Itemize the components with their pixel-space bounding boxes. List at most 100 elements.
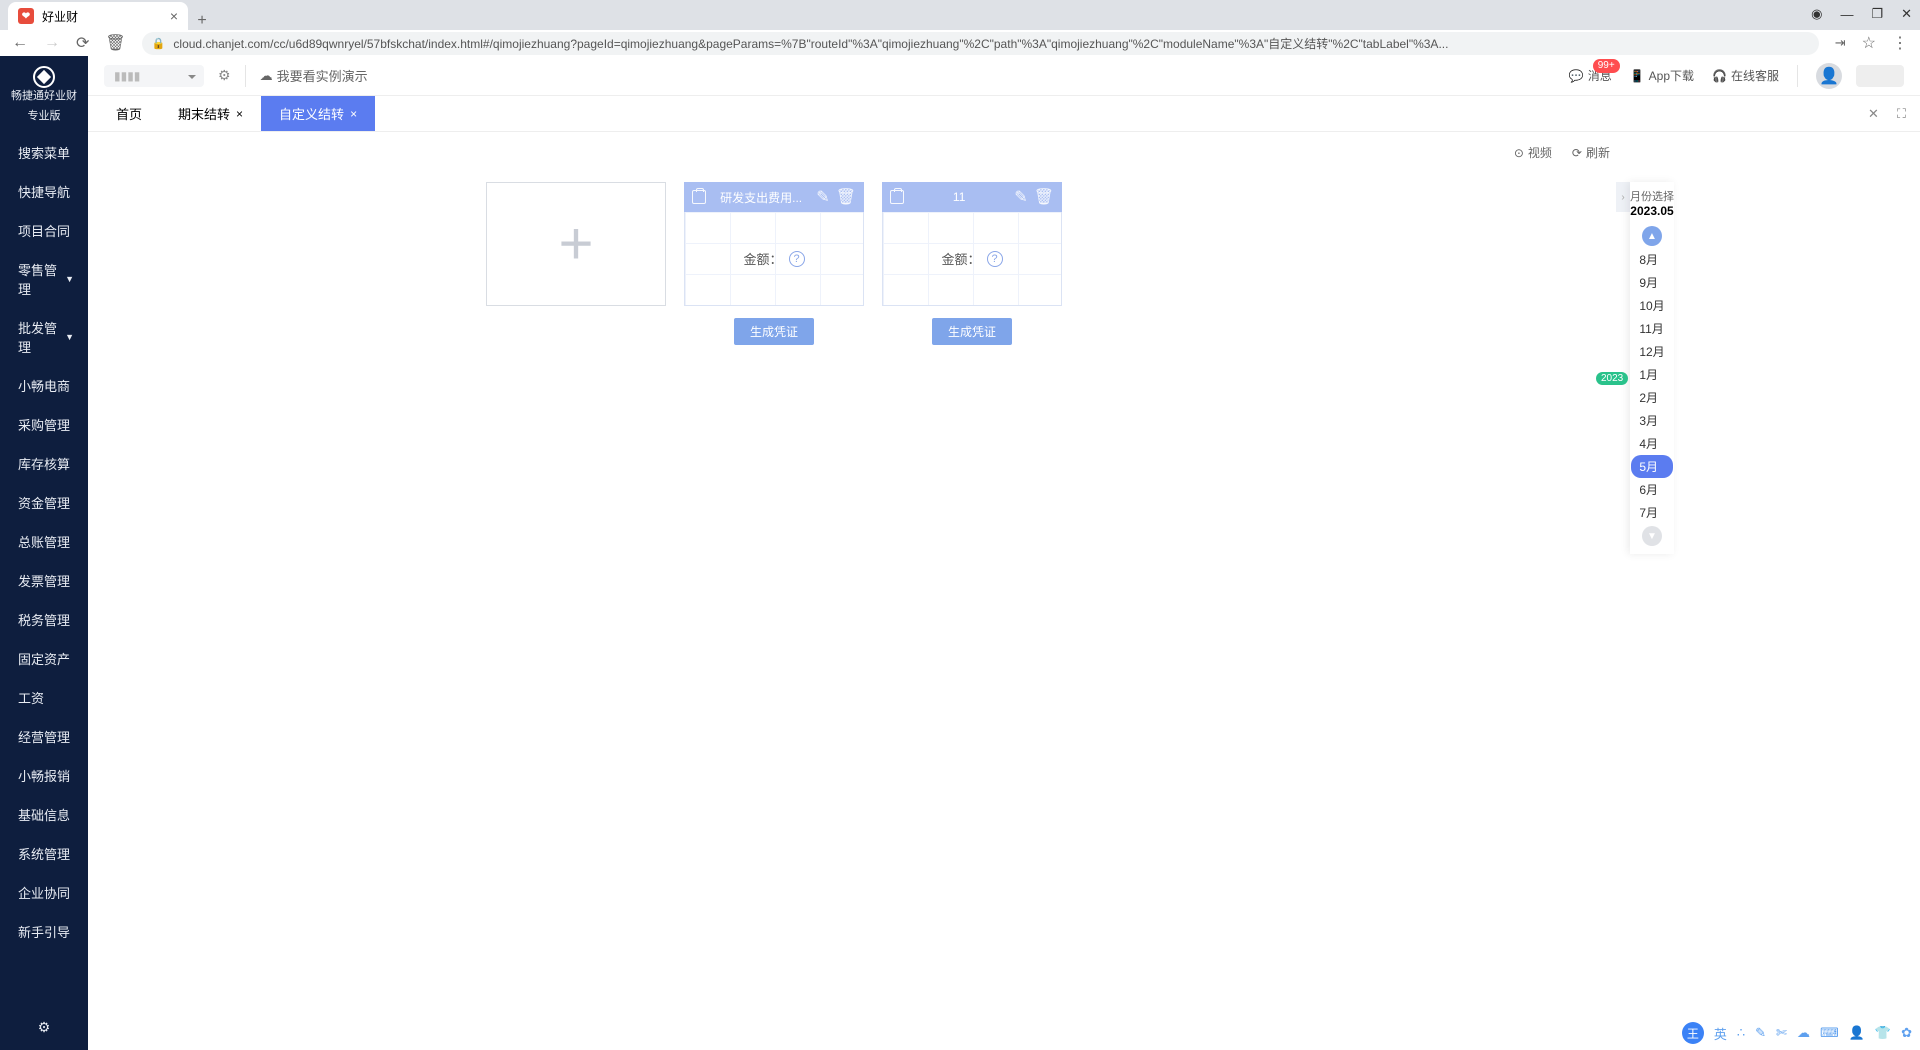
month-item[interactable]: 10月	[1631, 294, 1672, 317]
sidebar-item[interactable]: 资金管理	[0, 483, 88, 522]
sidebar-item[interactable]: 税务管理	[0, 600, 88, 639]
ime-dots-icon[interactable]: ∴	[1737, 1025, 1745, 1041]
sidebar-item[interactable]: 新手引导	[0, 912, 88, 951]
sidebar-item[interactable]: 小畅报销	[0, 756, 88, 795]
month-item[interactable]: 3月	[1631, 409, 1672, 432]
sidebar-item-label: 新手引导	[18, 922, 70, 941]
month-panel-toggle[interactable]: ›	[1616, 182, 1630, 212]
menu-icon[interactable]: ⋮	[1892, 33, 1908, 53]
month-item[interactable]: 1月	[1631, 363, 1672, 386]
url-input[interactable]: 🔒 cloud.chanjet.com/cc/u6d89qwnryel/57bf…	[142, 32, 1819, 55]
sidebar-item[interactable]: 零售管理▼	[0, 250, 88, 308]
user-name-placeholder[interactable]	[1856, 65, 1904, 87]
sidebar-item[interactable]: 搜索菜单	[0, 133, 88, 172]
month-item[interactable]: 5月	[1631, 455, 1672, 478]
sidebar-settings-icon[interactable]: ⚙	[0, 1005, 88, 1050]
content-toolbar: ⊙ 视频 ⟳ 刷新	[1514, 144, 1610, 161]
sidebar-item-label: 批发管理	[18, 318, 65, 356]
ime-lang[interactable]: 英	[1714, 1024, 1727, 1043]
video-button[interactable]: ⊙ 视频	[1514, 144, 1552, 161]
browser-chrome: ❤ 好业财 × + ◉ — ❐ ✕ ← → ⟳ 🗑 🔒 cloud.chanje…	[0, 0, 1920, 56]
lock-icon: 🔒	[152, 37, 166, 50]
tab-close-icon[interactable]: ×	[350, 107, 357, 121]
month-panel: 月份选择 2023.05 ▲ 8月9月10月11月12月1月2月3月4月5月6月…	[1630, 182, 1674, 554]
install-icon[interactable]: ⇥	[1835, 35, 1846, 51]
generate-voucher-button[interactable]: 生成凭证	[734, 318, 814, 345]
ime-user-icon[interactable]: 👤	[1849, 1025, 1865, 1041]
month-item[interactable]: 6月	[1631, 478, 1672, 501]
content-area: ⊙ 视频 ⟳ 刷新 + 研发支出费用...✎🗑金额：?生成凭证11✎🗑金额：?生…	[88, 132, 1920, 1050]
ime-pen-icon[interactable]: ✎	[1755, 1025, 1766, 1041]
sidebar-item[interactable]: 小畅电商	[0, 366, 88, 405]
page-tab[interactable]: 自定义结转×	[261, 96, 375, 131]
sidebar-item[interactable]: 项目合同	[0, 211, 88, 250]
delete-icon[interactable]: 🗑	[1034, 187, 1054, 207]
tab-close-icon[interactable]: ×	[170, 8, 178, 24]
month-item[interactable]: 12月	[1631, 340, 1672, 363]
delete-icon[interactable]: 🗑	[836, 187, 856, 207]
ime-scissors-icon[interactable]: ✄	[1776, 1025, 1787, 1041]
sidebar-item[interactable]: 总账管理	[0, 522, 88, 561]
window-controls: ◉ — ❐ ✕	[1811, 6, 1912, 22]
ime-cloud-icon[interactable]: ☁	[1797, 1025, 1810, 1041]
sidebar-item[interactable]: 发票管理	[0, 561, 88, 600]
page-tab-label: 期末结转	[178, 104, 230, 123]
page-tab[interactable]: 首页	[98, 96, 160, 131]
sidebar-item[interactable]: 工资	[0, 678, 88, 717]
sidebar-item[interactable]: 快捷导航	[0, 172, 88, 211]
ime-shirt-icon[interactable]: 👕	[1875, 1025, 1891, 1041]
sidebar-item[interactable]: 经营管理	[0, 717, 88, 756]
sidebar-item-label: 系统管理	[18, 844, 70, 863]
account-icon[interactable]: ◉	[1811, 6, 1822, 22]
month-item[interactable]: 2月	[1631, 386, 1672, 409]
ime-keyboard-icon[interactable]: ⌨	[1820, 1025, 1839, 1041]
demo-link[interactable]: ☁ 我要看实例演示	[260, 66, 368, 85]
header-gear-icon[interactable]: ⚙	[218, 67, 231, 84]
month-item[interactable]: 11月	[1631, 317, 1672, 340]
sidebar-item[interactable]: 系统管理	[0, 834, 88, 873]
app-download-link[interactable]: 📱 App下载	[1630, 67, 1694, 84]
edit-icon[interactable]: ✎	[816, 187, 829, 207]
avatar-icon[interactable]: 👤	[1816, 63, 1842, 89]
refresh-button[interactable]: ⟳ 刷新	[1572, 144, 1610, 161]
generate-voucher-button[interactable]: 生成凭证	[932, 318, 1012, 345]
new-tab-button[interactable]: +	[188, 12, 216, 30]
sidebar-item[interactable]: 采购管理	[0, 405, 88, 444]
clipboard-icon	[890, 190, 904, 204]
month-item[interactable]: 8月	[1631, 248, 1672, 271]
trash-icon[interactable]: 🗑	[105, 33, 125, 53]
address-bar: ← → ⟳ 🗑 🔒 cloud.chanjet.com/cc/u6d89qwnr…	[0, 30, 1920, 56]
close-all-tabs-icon[interactable]: ✕	[1864, 102, 1883, 126]
tab-close-icon[interactable]: ×	[236, 107, 243, 121]
browser-tab[interactable]: ❤ 好业财 ×	[8, 2, 188, 30]
app-header: ▮▮▮▮ ⚙ ☁ 我要看实例演示 💬 消息 99+ 📱 App下载 🎧	[88, 56, 1920, 96]
page-tab[interactable]: 期末结转 ×	[160, 96, 261, 131]
help-icon[interactable]: ?	[987, 251, 1003, 267]
support-link[interactable]: 🎧 在线客服	[1712, 67, 1779, 84]
ime-badge[interactable]: 王	[1682, 1022, 1704, 1044]
maximize-icon[interactable]: ❐	[1871, 6, 1883, 22]
sidebar-item[interactable]: 基础信息	[0, 795, 88, 834]
sidebar-item[interactable]: 批发管理▼	[0, 308, 88, 366]
ime-settings-icon[interactable]: ✿	[1901, 1025, 1912, 1041]
card-body: 金额：?	[684, 212, 864, 306]
fullscreen-icon[interactable]: ⛶	[1893, 102, 1910, 126]
edit-icon[interactable]: ✎	[1014, 187, 1027, 207]
back-icon[interactable]: ←	[12, 34, 28, 52]
close-window-icon[interactable]: ✕	[1901, 6, 1912, 22]
add-card-button[interactable]: +	[486, 182, 666, 306]
sidebar-item[interactable]: 固定资产	[0, 639, 88, 678]
help-icon[interactable]: ?	[789, 251, 805, 267]
sidebar-item[interactable]: 库存核算	[0, 444, 88, 483]
reload-icon[interactable]: ⟳	[76, 33, 89, 53]
messages-link[interactable]: 💬 消息 99+	[1569, 67, 1612, 84]
month-item[interactable]: 4月	[1631, 432, 1672, 455]
minimize-icon[interactable]: —	[1840, 7, 1853, 22]
bookmark-icon[interactable]: ☆	[1862, 33, 1876, 53]
sidebar-item[interactable]: 企业协同	[0, 873, 88, 912]
month-next-icon[interactable]: ▼	[1642, 526, 1662, 546]
month-prev-icon[interactable]: ▲	[1642, 226, 1662, 246]
org-selector[interactable]: ▮▮▮▮	[104, 65, 204, 87]
month-item[interactable]: 9月	[1631, 271, 1672, 294]
month-item[interactable]: 7月	[1631, 501, 1672, 524]
